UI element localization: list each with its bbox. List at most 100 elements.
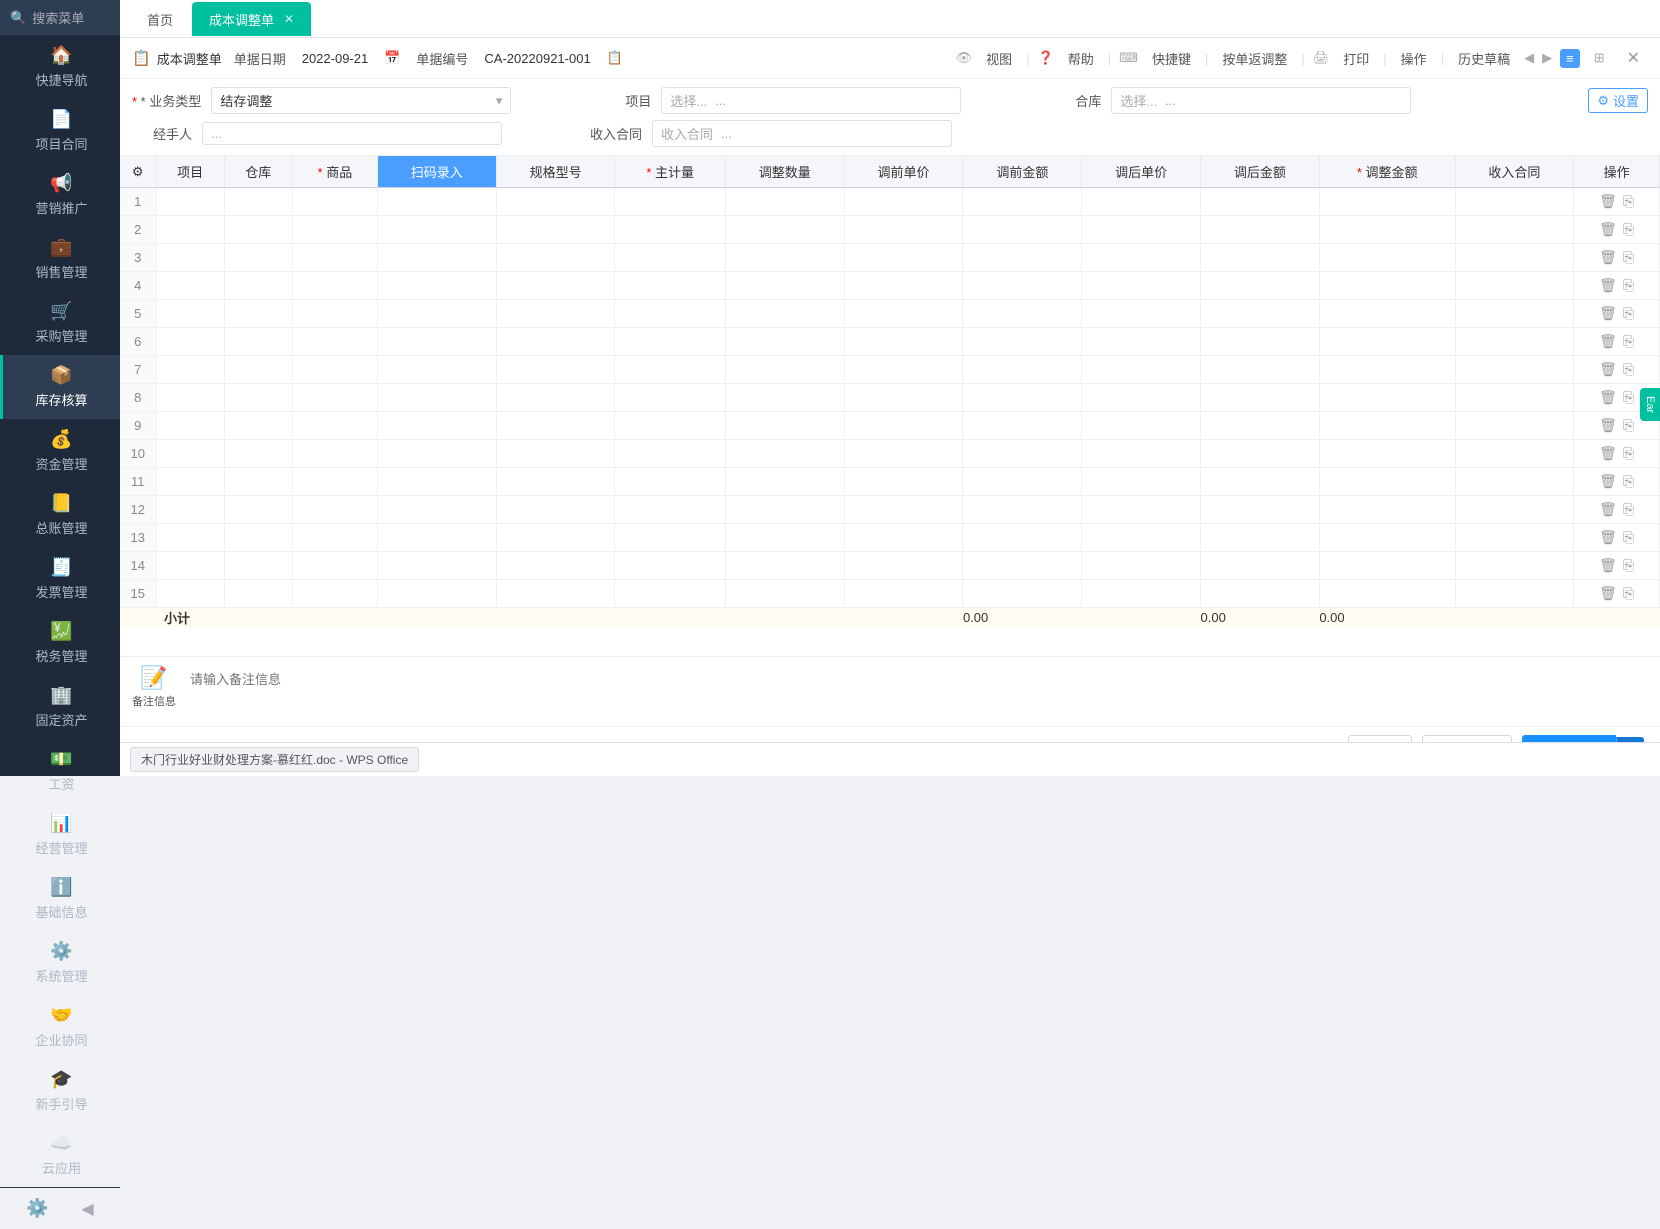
cell-income-contract[interactable]: [1455, 300, 1574, 328]
copy-row-icon[interactable]: ⎘: [1623, 249, 1634, 266]
cell-adjust-qty[interactable]: [725, 300, 844, 328]
cell-project[interactable]: [156, 524, 224, 552]
copy-row-icon[interactable]: ⎘: [1623, 389, 1634, 406]
sidebar-item-cloud-apps[interactable]: ☁️云应用: [0, 1123, 120, 1187]
cell-after-unit-price[interactable]: [1082, 188, 1201, 216]
cell-warehouse[interactable]: [224, 328, 292, 356]
cell-warehouse[interactable]: [224, 552, 292, 580]
copy-row-icon[interactable]: ⎘: [1623, 585, 1634, 602]
cell-after-amount[interactable]: [1201, 440, 1320, 468]
cell-warehouse[interactable]: [224, 440, 292, 468]
cell-after-amount[interactable]: [1201, 524, 1320, 552]
cell-income-contract[interactable]: [1455, 468, 1574, 496]
cell-after-unit-price[interactable]: [1082, 524, 1201, 552]
cell-warehouse[interactable]: [224, 188, 292, 216]
cell-warehouse[interactable]: [224, 216, 292, 244]
cell-prev-unit-price[interactable]: [844, 524, 963, 552]
sidebar-item-new-user-guide[interactable]: 🎓新手引导: [0, 1059, 120, 1123]
cell-unit[interactable]: [615, 524, 725, 552]
copy-row-icon[interactable]: ⎘: [1623, 193, 1634, 210]
delete-icon[interactable]: 🗑: [1599, 361, 1617, 378]
cell-unit[interactable]: [615, 356, 725, 384]
cell-product[interactable]: [292, 412, 377, 440]
cell-product[interactable]: [292, 580, 377, 608]
cell-adjust-qty[interactable]: [725, 244, 844, 272]
cell-income-contract[interactable]: [1455, 440, 1574, 468]
cell-unit[interactable]: [615, 300, 725, 328]
cell-after-unit-price[interactable]: [1082, 216, 1201, 244]
cell-unit[interactable]: [615, 272, 725, 300]
notes-input[interactable]: [186, 665, 1648, 703]
cell-adjust-amount[interactable]: [1319, 580, 1455, 608]
sidebar-item-ledger-mgmt[interactable]: 📒总账管理: [0, 483, 120, 547]
cell-adjust-qty[interactable]: [725, 356, 844, 384]
cell-after-unit-price[interactable]: [1082, 300, 1201, 328]
cell-after-unit-price[interactable]: [1082, 440, 1201, 468]
cell-project[interactable]: [156, 580, 224, 608]
cell-unit[interactable]: [615, 412, 725, 440]
col-scan-input[interactable]: 扫码录入: [377, 156, 496, 188]
cell-prev-amount[interactable]: [963, 328, 1082, 356]
cell-scan-input[interactable]: [377, 216, 496, 244]
cell-income-contract[interactable]: [1455, 216, 1574, 244]
delete-icon[interactable]: 🗑: [1599, 585, 1617, 602]
delete-icon[interactable]: 🗑: [1599, 389, 1617, 406]
cell-income-contract[interactable]: [1455, 328, 1574, 356]
cell-prev-unit-price[interactable]: [844, 384, 963, 412]
cell-spec-type[interactable]: [496, 440, 615, 468]
cell-project[interactable]: [156, 384, 224, 412]
cell-project[interactable]: [156, 412, 224, 440]
cell-prev-unit-price[interactable]: [844, 412, 963, 440]
cell-project[interactable]: [156, 356, 224, 384]
cell-scan-input[interactable]: [377, 468, 496, 496]
delete-icon[interactable]: 🗑: [1599, 221, 1617, 238]
cell-adjust-qty[interactable]: [725, 468, 844, 496]
cell-adjust-qty[interactable]: [725, 524, 844, 552]
cell-after-amount[interactable]: [1201, 552, 1320, 580]
cell-income-contract[interactable]: [1455, 580, 1574, 608]
cell-scan-input[interactable]: [377, 300, 496, 328]
cell-scan-input[interactable]: [377, 412, 496, 440]
cell-prev-amount[interactable]: [963, 188, 1082, 216]
cell-scan-input[interactable]: [377, 384, 496, 412]
cell-product[interactable]: [292, 300, 377, 328]
cell-warehouse[interactable]: [224, 300, 292, 328]
sidebar-item-fund-mgmt[interactable]: 💰资金管理: [0, 419, 120, 483]
delete-icon[interactable]: 🗑: [1599, 277, 1617, 294]
green-tab[interactable]: Ear: [1640, 388, 1660, 421]
cell-after-amount[interactable]: [1201, 300, 1320, 328]
cell-after-amount[interactable]: [1201, 356, 1320, 384]
help-btn[interactable]: 帮助: [1062, 47, 1100, 70]
cell-warehouse[interactable]: [224, 468, 292, 496]
sidebar-search[interactable]: 🔍 搜索菜单: [0, 0, 120, 35]
cell-warehouse[interactable]: [224, 272, 292, 300]
cell-adjust-amount[interactable]: [1319, 524, 1455, 552]
cell-adjust-qty[interactable]: [725, 216, 844, 244]
cell-prev-unit-price[interactable]: [844, 272, 963, 300]
cell-after-unit-price[interactable]: [1082, 496, 1201, 524]
cell-prev-unit-price[interactable]: [844, 328, 963, 356]
cell-after-unit-price[interactable]: [1082, 328, 1201, 356]
cell-spec-type[interactable]: [496, 580, 615, 608]
cell-after-amount[interactable]: [1201, 272, 1320, 300]
cell-unit[interactable]: [615, 244, 725, 272]
cell-unit[interactable]: [615, 552, 725, 580]
cell-after-amount[interactable]: [1201, 244, 1320, 272]
cell-scan-input[interactable]: [377, 328, 496, 356]
cell-prev-amount[interactable]: [963, 216, 1082, 244]
cell-prev-amount[interactable]: [963, 272, 1082, 300]
cell-prev-amount[interactable]: [963, 356, 1082, 384]
cell-spec-type[interactable]: [496, 468, 615, 496]
cell-adjust-amount[interactable]: [1319, 384, 1455, 412]
check-adjust-btn[interactable]: 按单返调整: [1216, 47, 1293, 70]
cell-project[interactable]: [156, 440, 224, 468]
cell-product[interactable]: [292, 244, 377, 272]
cell-after-unit-price[interactable]: [1082, 412, 1201, 440]
cell-warehouse[interactable]: [224, 384, 292, 412]
sidebar-item-project-contract[interactable]: 📄项目合同: [0, 99, 120, 163]
cell-product[interactable]: [292, 496, 377, 524]
cell-project[interactable]: [156, 216, 224, 244]
cell-prev-amount[interactable]: [963, 496, 1082, 524]
cell-spec-type[interactable]: [496, 272, 615, 300]
cell-income-contract[interactable]: [1455, 188, 1574, 216]
